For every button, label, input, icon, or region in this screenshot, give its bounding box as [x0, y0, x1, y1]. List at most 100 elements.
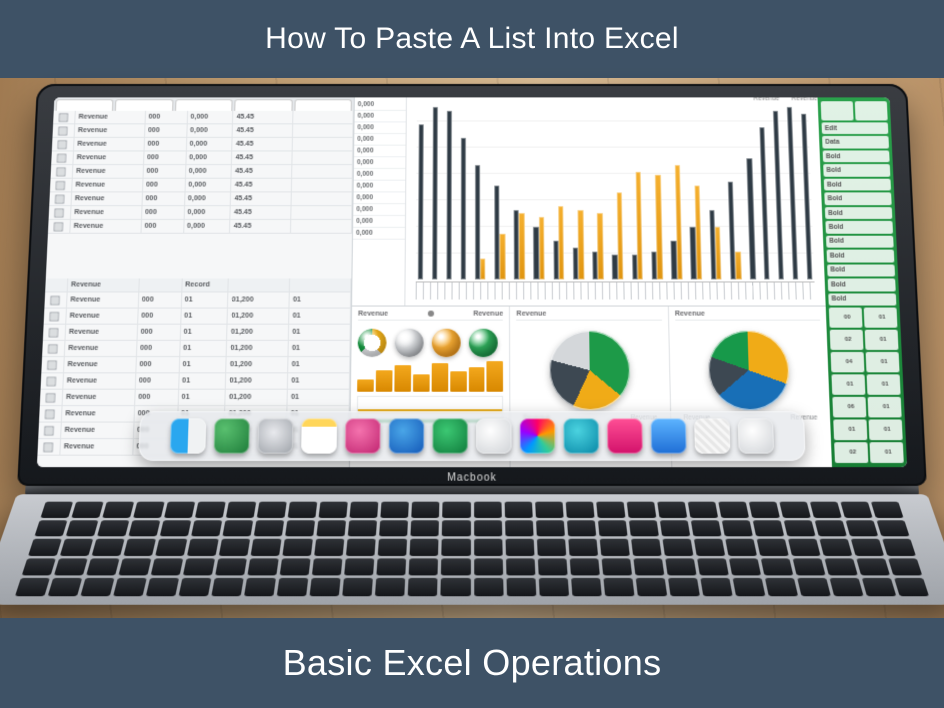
dock-app-icon[interactable] [432, 418, 467, 453]
chart-bar [760, 127, 770, 279]
chart-legend: RevenueRevenue [753, 97, 817, 102]
panel-cell: 04 [831, 352, 865, 372]
panel-chip: Bold [825, 207, 892, 219]
hero-stage: Revenue 000 0,000 45.45 Revenue 000 0,00… [0, 78, 944, 618]
table-row: Revenue 000 0,000 45.45 [51, 165, 353, 179]
sphere-green-icon [469, 329, 498, 357]
panel-cell: 01 [869, 420, 903, 441]
chart-bar [735, 251, 741, 279]
panel-chip: Bold [828, 293, 896, 306]
laptop-screen: Revenue 000 0,000 45.45 Revenue 000 0,00… [37, 97, 907, 467]
dock-app-icon[interactable] [520, 418, 556, 453]
chart-bar [773, 110, 784, 279]
chart-bar [801, 114, 813, 280]
dock-app-icon[interactable] [170, 418, 206, 453]
macos-dock[interactable] [138, 411, 805, 461]
panel-chip: Bold [824, 179, 891, 191]
laptop-keyboard-deck [0, 494, 944, 604]
dock-app-icon[interactable] [607, 418, 643, 453]
chart-bar [655, 175, 663, 279]
table-row: Revenue 000 01 01,200 01 [44, 292, 351, 308]
list-item: 0,000 [353, 192, 405, 204]
list-item: 0,000 [354, 181, 406, 193]
panel-cell: 01 [831, 374, 865, 394]
table-row: Revenue 000 0,000 45.45 [50, 179, 353, 193]
sheet-tabs [54, 97, 354, 110]
laptop-brand: Macbook [447, 472, 497, 483]
bar-chart: RevenueRevenue [405, 97, 825, 305]
list-item: 0,000 [354, 122, 405, 134]
panel-cell: 01 [866, 352, 900, 372]
dock-app-icon[interactable] [476, 418, 511, 453]
chart-bar [715, 227, 722, 279]
list-item: 0,000 [354, 134, 405, 146]
table-row: Revenue 000 01 01,200 01 [42, 341, 350, 357]
chart-bar [747, 158, 756, 279]
panel-cell: 02 [834, 442, 868, 463]
dock-app-icon[interactable] [651, 418, 687, 453]
panel-chip: Edit [822, 122, 889, 134]
chart-bar [539, 217, 545, 280]
dock-app-icon[interactable] [563, 418, 599, 453]
panel-chip: Bold [828, 279, 896, 291]
table-row: Revenue 000 0,000 45.45 [48, 220, 352, 234]
table-row: Revenue 000 0,000 45.45 [52, 138, 353, 152]
chart-bar [418, 124, 424, 279]
panel-cell: 01 [833, 420, 867, 441]
chart-bar [460, 138, 466, 280]
chart-side-values: 0,0000,0000,0000,0000,0000,0000,0000,000… [352, 97, 407, 305]
footer-banner: Basic Excel Operations [0, 618, 944, 708]
dock-app-icon[interactable] [694, 418, 730, 453]
table-row: Revenue 000 01 01,200 01 [40, 390, 350, 406]
table-row: Revenue 000 01 01,200 01 [43, 325, 351, 341]
panel-cell [855, 101, 888, 120]
chart-bar [694, 186, 702, 280]
panel-chip: Bold [823, 164, 890, 176]
footer-title: Basic Excel Operations [283, 642, 662, 684]
chart-bar [617, 192, 624, 279]
panel-chip: Bold [825, 221, 893, 233]
panel-chip: Bold [824, 193, 891, 205]
panel-chip: Bold [827, 250, 895, 262]
panel-cell: 02 [830, 330, 864, 350]
panel-chip: Bold [826, 235, 894, 247]
dock-app-icon[interactable] [345, 418, 381, 453]
panel-chip: Bold [823, 150, 890, 162]
table-row: Revenue 000 0,000 45.45 [53, 111, 354, 124]
table-row: Revenue 000 0,000 45.45 [51, 151, 353, 165]
panel-cell: 01 [864, 308, 898, 328]
dock-app-icon[interactable] [389, 418, 425, 453]
sphere-gold-icon [432, 329, 461, 357]
panel-cell: 01 [867, 374, 901, 394]
chart-axis [416, 281, 816, 299]
chart-bar [432, 107, 438, 279]
panel-cell: 01 [868, 397, 902, 418]
panel-cell: 01 [865, 330, 899, 350]
list-item: 0,000 [355, 99, 406, 111]
chart-bar [519, 213, 525, 279]
dock-app-icon[interactable] [738, 418, 774, 453]
dock-app-icon[interactable] [301, 418, 337, 453]
dock-app-icon[interactable] [257, 418, 293, 453]
data-rows-top: Revenue 000 0,000 45.45 Revenue 000 0,00… [46, 111, 354, 279]
chart-bar [578, 210, 584, 280]
laptop: Revenue 000 0,000 45.45 Revenue 000 0,00… [9, 84, 934, 643]
panel-chip: Bold [827, 264, 895, 276]
title-banner: How To Paste A List Into Excel [0, 0, 944, 78]
chart-bar [558, 206, 564, 279]
table-row: Revenue 000 0,000 45.45 [49, 206, 353, 220]
panel-cell: 06 [832, 397, 866, 418]
table-row: Revenue 000 0,000 45.45 [52, 124, 353, 138]
chart-bar [500, 234, 506, 279]
dock-app-icon[interactable] [214, 418, 250, 453]
chart-bar [787, 107, 799, 279]
list-item: 0,000 [353, 216, 405, 228]
donut-icon [358, 329, 387, 357]
pie-chart-icon [549, 331, 631, 411]
sphere-silver-icon [395, 329, 424, 357]
panel-cell: 01 [870, 442, 904, 463]
chart-bar [446, 110, 452, 279]
chart-bar [636, 172, 643, 280]
list-item: 0,000 [354, 146, 406, 158]
table-row: Revenue 000 01 01,200 01 [41, 373, 351, 389]
